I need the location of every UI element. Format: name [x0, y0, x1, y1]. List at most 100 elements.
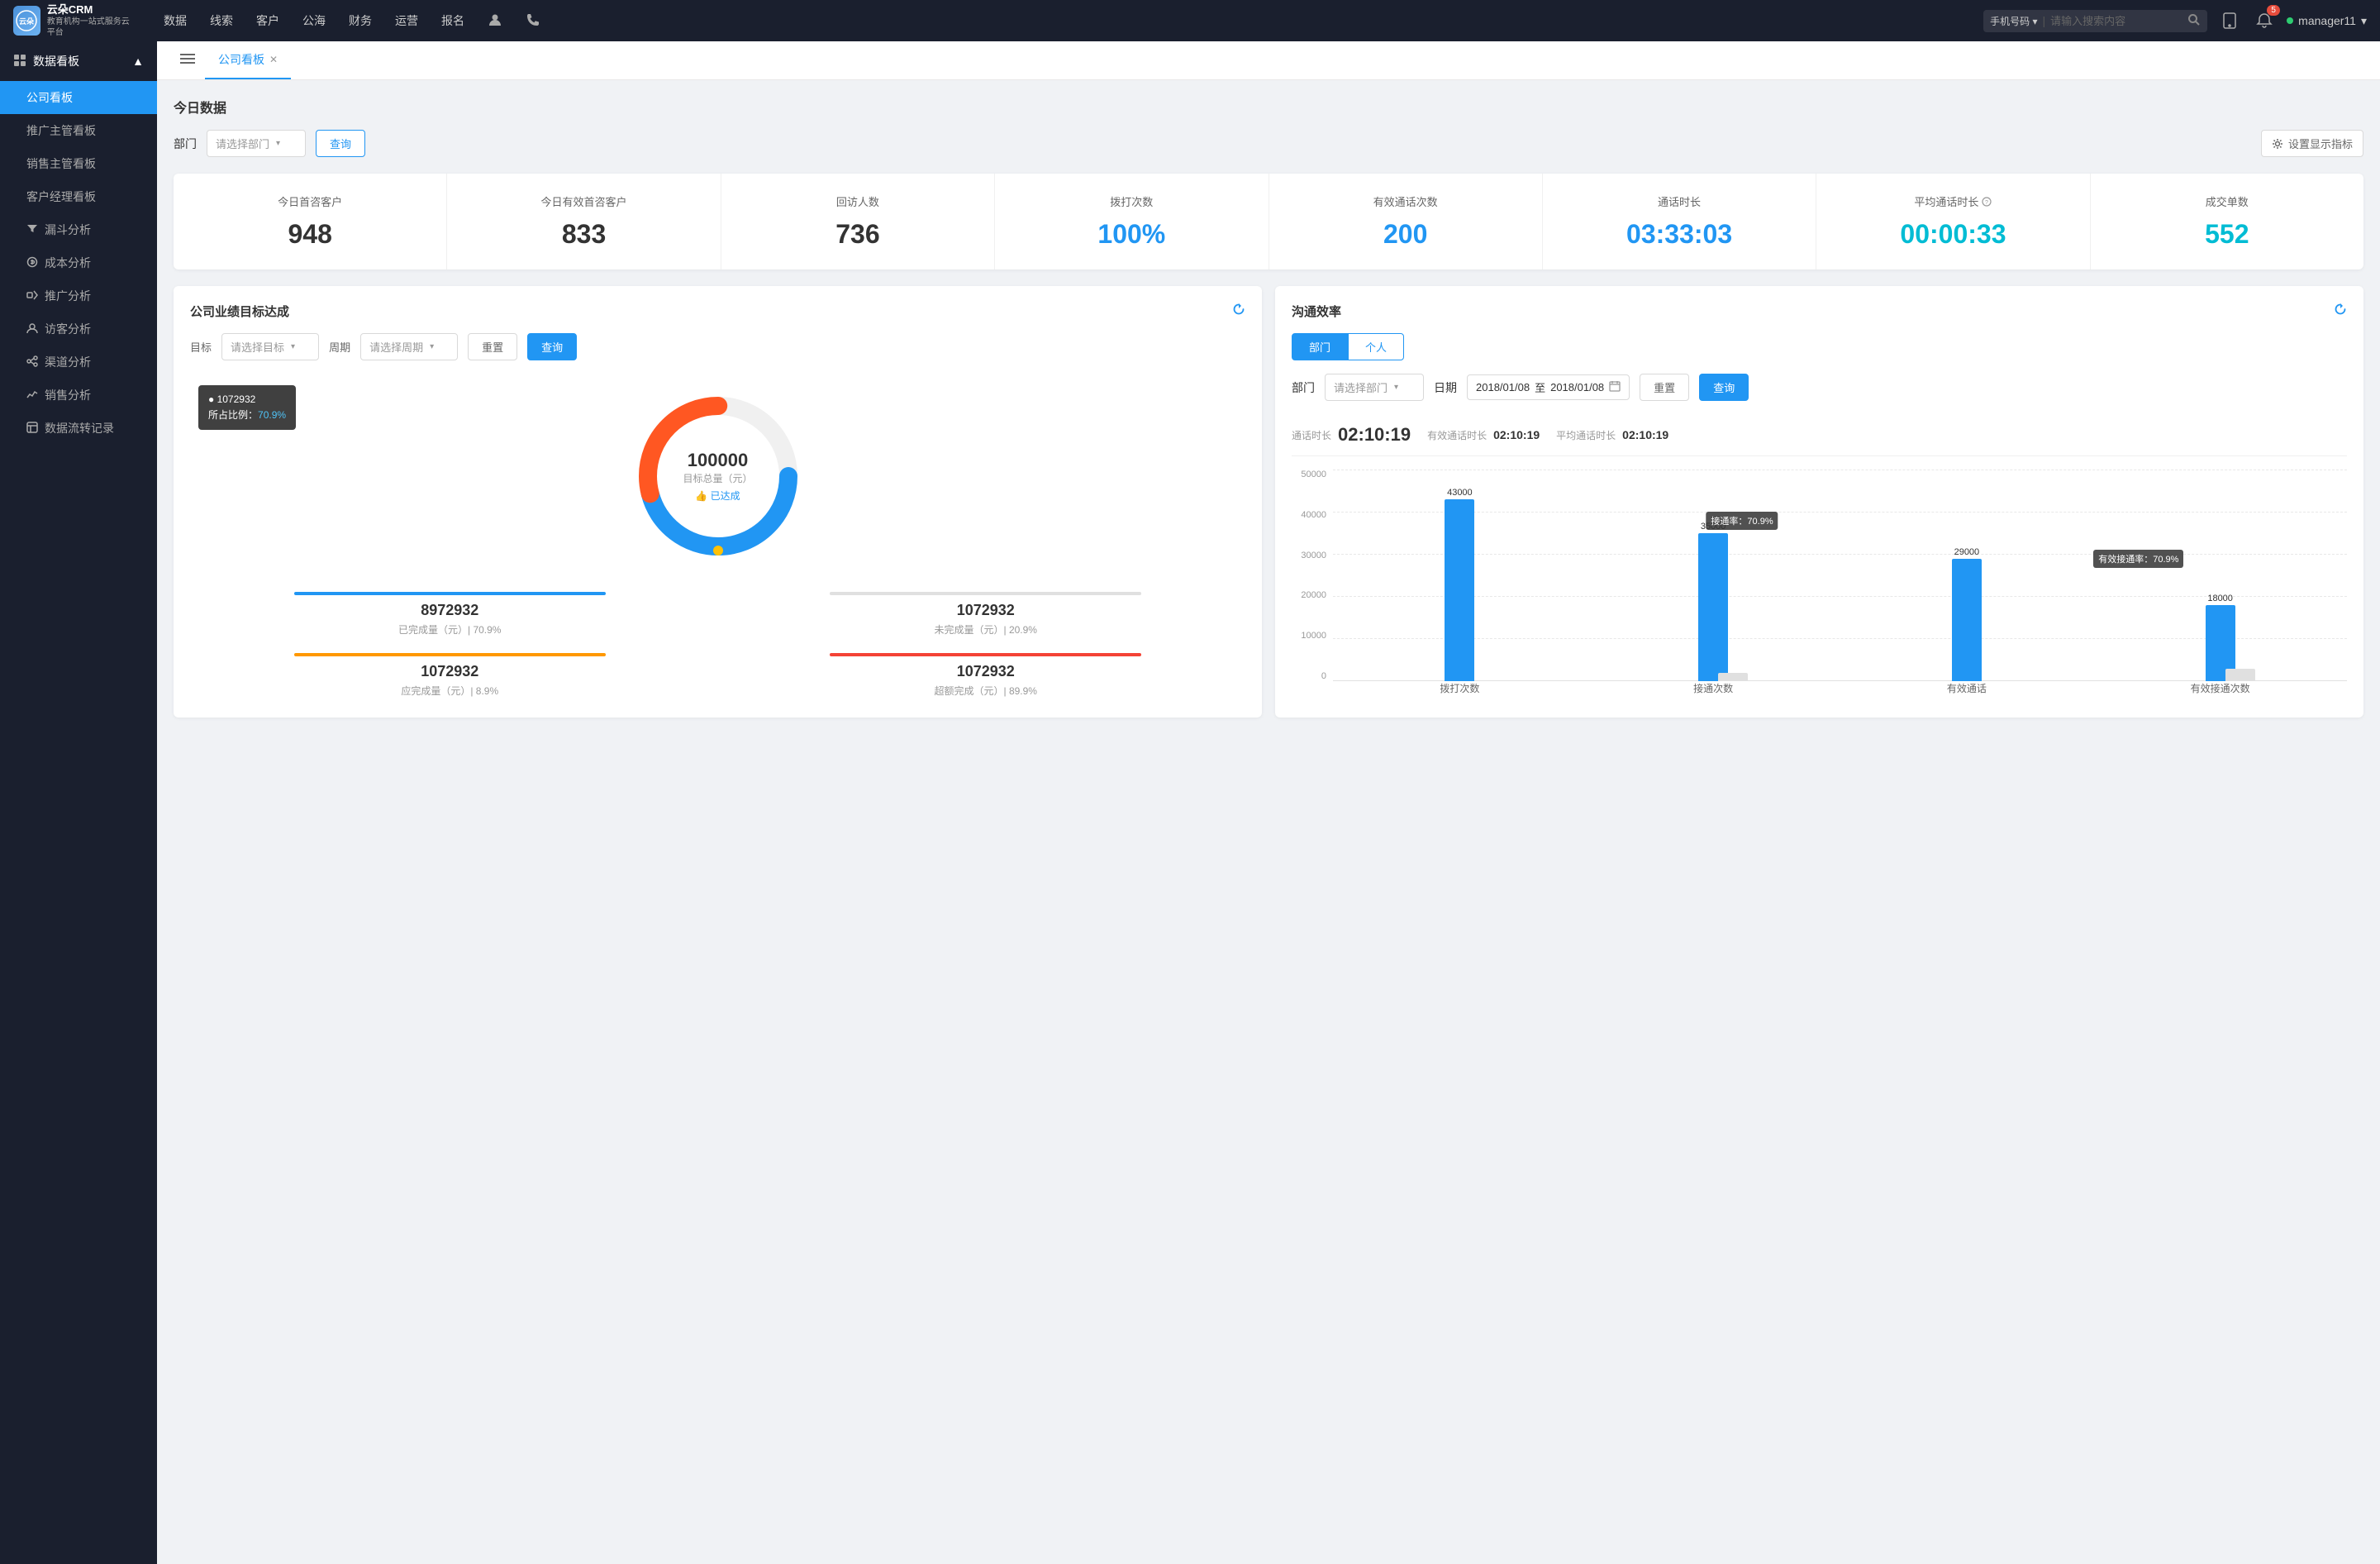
call-duration-label: 通话时长 — [1292, 428, 1331, 442]
settings-display-btn[interactable]: 设置显示指标 — [2261, 130, 2363, 157]
hamburger-menu[interactable] — [174, 43, 202, 79]
sidebar-item-label: 漏斗分析 — [45, 222, 91, 238]
remaining-label: 未完成量（元）| 20.9% — [726, 622, 1246, 637]
should-complete-label: 应完成量（元）| 8.9% — [190, 684, 710, 698]
donut-achieved-label: 👍 已达成 — [683, 489, 752, 503]
sidebar-item-marketing[interactable]: 推广分析 — [0, 279, 157, 312]
bar-rect-43000 — [1445, 499, 1474, 681]
target-reset-btn[interactable]: 重置 — [468, 333, 517, 360]
cost-icon — [26, 256, 38, 270]
x-label-2: 接通次数 — [1587, 681, 1840, 701]
sidebar-item-label: 成本分析 — [45, 255, 91, 271]
tab-company-board[interactable]: 公司看板 ✕ — [205, 41, 291, 79]
nav-person-icon[interactable] — [478, 7, 512, 35]
donut-tooltip: ● 1072932 所占比例：70.9% — [198, 385, 296, 430]
eff-call-duration: 通话时长 02:10:19 — [1292, 424, 1411, 446]
sidebar-item-marketing-mgr[interactable]: 推广主管看板 — [0, 114, 157, 147]
nav-public-sea[interactable]: 公海 — [293, 7, 336, 34]
sidebar-item-funnel[interactable]: 漏斗分析 — [0, 213, 157, 246]
bar-rect-29000 — [1952, 559, 1982, 681]
filter-left: 部门 请选择部门 ▾ 查询 — [174, 130, 365, 157]
stat-label-6: 平均通话时长 ? — [1833, 193, 2073, 209]
sidebar-section-label: 数据看板 — [33, 53, 79, 69]
search-input[interactable] — [2050, 15, 2182, 27]
stat-value-5: 03:33:03 — [1559, 219, 1799, 250]
settings-icon — [2272, 138, 2283, 150]
tab-dept[interactable]: 部门 — [1292, 333, 1348, 360]
nav-leads[interactable]: 线索 — [200, 7, 243, 34]
dept-select[interactable]: 请选择部门 ▾ — [207, 130, 306, 157]
bar-rect-18000-gray — [2225, 669, 2255, 681]
period-select[interactable]: 请选择周期 ▾ — [360, 333, 458, 360]
sidebar-item-company-board[interactable]: 公司看板 — [0, 81, 157, 114]
date-to: 2018/01/08 — [1550, 381, 1604, 393]
stat-label-5: 通话时长 — [1559, 193, 1799, 209]
stat-value-0: 948 — [190, 219, 430, 250]
sidebar-item-sales-mgr[interactable]: 销售主管看板 — [0, 147, 157, 180]
period-label: 周期 — [329, 339, 350, 355]
eff-date-label: 日期 — [1434, 379, 1457, 396]
donut-sublabel: 目标总量（元） — [683, 471, 752, 485]
sidebar-item-cost[interactable]: 成本分析 — [0, 246, 157, 279]
sidebar-item-data-flow[interactable]: 数据流转记录 — [0, 412, 157, 445]
username: manager11 — [2298, 14, 2356, 27]
search-type-select[interactable]: 手机号码 ▾ — [1990, 14, 2037, 28]
sidebar-item-account-mgr[interactable]: 客户经理看板 — [0, 180, 157, 213]
sidebar-collapse-icon[interactable]: ▲ — [132, 55, 144, 68]
date-from: 2018/01/08 — [1476, 381, 1530, 393]
sidebar-section-header[interactable]: 数据看板 ▲ — [0, 41, 157, 81]
nav-data[interactable]: 数据 — [154, 7, 197, 34]
eff-dept-select[interactable]: 请选择部门 ▾ — [1325, 374, 1424, 401]
bar-value-18000: 18000 — [2207, 594, 2233, 603]
sidebar: 数据看板 ▲ 公司看板 推广主管看板 销售主管看板 客户经理看板 漏斗分析 — [0, 41, 157, 1564]
sidebar-item-label: 销售主管看板 — [26, 155, 96, 172]
stat-value-7: 552 — [2107, 219, 2347, 250]
bar-group-3: 29000 — [1840, 470, 2094, 681]
tooltip-pct: 所占比例：70.9% — [208, 408, 286, 423]
tab-bar: 公司看板 ✕ — [157, 41, 2380, 80]
today-query-btn[interactable]: 查询 — [316, 130, 365, 157]
target-select[interactable]: 请选择目标 ▾ — [221, 333, 319, 360]
nav-customers[interactable]: 客户 — [246, 7, 289, 34]
stat-grid-completed: 8972932 已完成量（元）| 70.9% — [190, 592, 710, 637]
completed-label: 已完成量（元）| 70.9% — [190, 622, 710, 637]
should-complete-bar — [294, 653, 606, 656]
dept-filter-label: 部门 — [174, 136, 197, 152]
tab-close-icon[interactable]: ✕ — [269, 54, 278, 65]
tablet-icon-btn[interactable] — [2217, 8, 2242, 33]
target-panel-refresh-icon[interactable] — [1232, 303, 1245, 320]
stat-grid-remaining: 1072932 未完成量（元）| 20.9% — [726, 592, 1246, 637]
stat-value-4: 200 — [1286, 219, 1526, 250]
channel-icon — [26, 355, 38, 370]
search-icon[interactable] — [2187, 13, 2201, 29]
stat-card-2: 回访人数 736 — [721, 174, 995, 269]
stat-card-7: 成交单数 552 — [2091, 174, 2363, 269]
nav-finance[interactable]: 财务 — [339, 7, 382, 34]
target-query-btn[interactable]: 查询 — [527, 333, 577, 360]
date-range-input[interactable]: 2018/01/08 至 2018/01/08 — [1467, 374, 1630, 400]
stat-card-3: 拨打次数 100% — [995, 174, 1269, 269]
nav-operations[interactable]: 运营 — [385, 7, 428, 34]
sidebar-item-channel[interactable]: 渠道分析 — [0, 346, 157, 379]
completed-value: 8972932 — [190, 602, 710, 619]
bar-value-43000: 43000 — [1447, 488, 1473, 498]
eff-query-btn[interactable]: 查询 — [1699, 374, 1749, 401]
tab-person[interactable]: 个人 — [1348, 333, 1404, 360]
target-stats-grid: 8972932 已完成量（元）| 70.9% 1072932 未完成量（元）| … — [190, 592, 1245, 698]
target-arrow: ▾ — [291, 342, 295, 351]
efficiency-filter-row: 部门 请选择部门 ▾ 日期 2018/01/08 至 2018/01/08 — [1292, 374, 2347, 401]
nav-phone-icon[interactable] — [516, 7, 550, 35]
sidebar-item-visitor[interactable]: 访客分析 — [0, 312, 157, 346]
eff-reset-btn[interactable]: 重置 — [1640, 374, 1689, 401]
nav-registration[interactable]: 报名 — [431, 7, 474, 34]
panels-row: 公司业绩目标达成 目标 请选择目标 ▾ — [174, 286, 2363, 718]
logo-icon: 云朵 — [13, 6, 40, 36]
sidebar-item-sales[interactable]: 销售分析 — [0, 379, 157, 412]
stat-label-0: 今日首咨客户 — [190, 193, 430, 209]
notification-icon-btn[interactable]: 5 — [2252, 8, 2277, 33]
logo-text: 云朵CRM 教育机构一站式服务云平台 — [47, 3, 137, 39]
top-navigation: 云朵 云朵CRM 教育机构一站式服务云平台 数据 线索 客户 公海 财务 运营 … — [0, 0, 2380, 41]
user-info[interactable]: manager11 ▾ — [2287, 14, 2367, 28]
avg-duration-label: 平均通话时长 — [1556, 428, 1616, 442]
efficiency-refresh-icon[interactable] — [2334, 303, 2347, 320]
